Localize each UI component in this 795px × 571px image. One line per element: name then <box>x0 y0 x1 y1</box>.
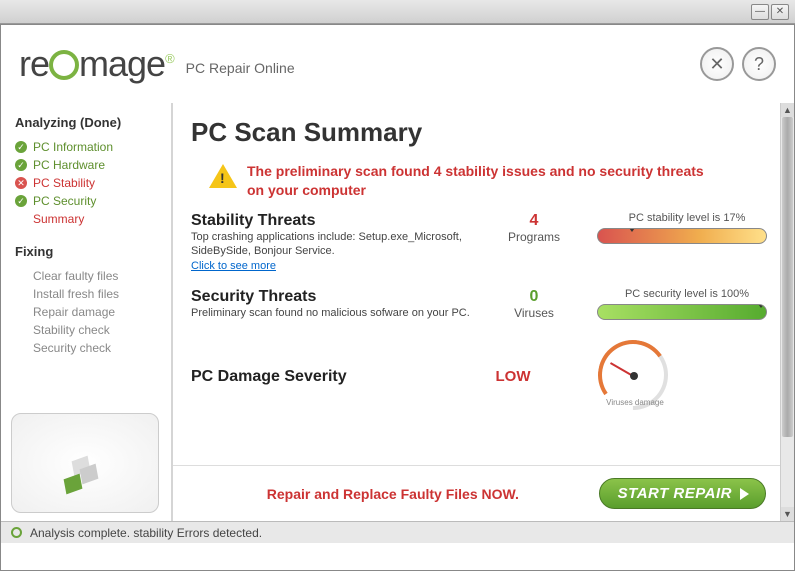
close-button[interactable]: ✕ <box>771 4 789 20</box>
fix-clear-faulty[interactable]: Clear faulty files <box>15 267 171 285</box>
security-gauge: PC security level is 100% <box>597 288 777 320</box>
step-summary[interactable]: Summary <box>15 210 171 228</box>
start-repair-label: START REPAIR <box>618 485 732 502</box>
step-pc-security[interactable]: ✓PC Security <box>15 192 171 210</box>
brand-o-icon <box>49 50 79 80</box>
status-ok-icon <box>11 527 22 538</box>
fix-stability-check[interactable]: Stability check <box>15 321 171 339</box>
fixing-list: Clear faulty files Install fresh files R… <box>15 267 171 357</box>
help-icon: ? <box>754 54 764 75</box>
stability-more-link[interactable]: Click to see more <box>191 260 276 272</box>
damage-value: LOW <box>471 368 555 385</box>
step-pc-stability[interactable]: ✕PC Stability <box>15 174 171 192</box>
scrollbar-thumb[interactable] <box>782 117 793 437</box>
play-icon <box>740 488 749 500</box>
stability-gauge-bar <box>597 228 767 244</box>
gauge-pointer-icon <box>627 228 637 232</box>
brand-logo: remage® <box>19 43 174 85</box>
fix-repair-damage[interactable]: Repair damage <box>15 303 171 321</box>
damage-label: PC Damage Severity <box>191 368 471 386</box>
brand-suffix: mage <box>79 43 165 84</box>
check-icon: ✓ <box>15 159 27 171</box>
sidebar: Analyzing (Done) ✓PC Information ✓PC Har… <box>1 103 173 521</box>
security-gauge-label: PC security level is 100% <box>597 288 777 300</box>
stability-gauge: PC stability level is 17% <box>597 212 777 244</box>
step-pc-hardware[interactable]: ✓PC Hardware <box>15 156 171 174</box>
stability-count-label: Programs <box>489 230 579 244</box>
fixing-heading: Fixing <box>15 244 171 259</box>
stability-count: 4 Programs <box>489 212 579 244</box>
security-count: 0 Viruses <box>489 288 579 320</box>
main-footer: Repair and Replace Faulty Files NOW. STA… <box>173 465 780 521</box>
start-repair-button[interactable]: START REPAIR <box>599 478 766 509</box>
security-desc: Preliminary scan found no malicious sofw… <box>191 306 471 320</box>
stability-block: Stability Threats Top crashing applicati… <box>191 212 471 273</box>
stability-title: Stability Threats <box>191 212 471 230</box>
analyzing-list: ✓PC Information ✓PC Hardware ✕PC Stabili… <box>15 138 171 228</box>
sidebar-illustration-box <box>11 413 159 513</box>
step-pc-information[interactable]: ✓PC Information <box>15 138 171 156</box>
scroll-up-icon[interactable]: ▲ <box>781 103 794 117</box>
fix-security-check[interactable]: Security check <box>15 339 171 357</box>
stability-gauge-label: PC stability level is 17% <box>597 212 777 224</box>
dial-label: Viruses damage <box>595 399 675 407</box>
error-icon: ✕ <box>15 177 27 189</box>
status-bar: Analysis complete. stability Errors dete… <box>1 521 794 543</box>
header: remage® PC Repair Online ✕ ? <box>1 25 794 103</box>
security-count-number: 0 <box>489 288 579 306</box>
security-block: Security Threats Preliminary scan found … <box>191 288 471 320</box>
security-title: Security Threats <box>191 288 471 306</box>
gauge-pointer-icon <box>756 304 766 308</box>
stability-count-number: 4 <box>489 212 579 230</box>
check-icon: ✓ <box>15 195 27 207</box>
tagline: PC Repair Online <box>186 60 295 76</box>
stability-desc: Top crashing applications include: Setup… <box>191 230 471 259</box>
tools-icon: ✕ <box>709 54 724 75</box>
main-content: PC Scan Summary The preliminary scan fou… <box>173 103 794 521</box>
damage-dial: Viruses damage <box>595 337 675 417</box>
security-gauge-bar <box>597 304 767 320</box>
warning-icon <box>209 164 237 188</box>
brand-prefix: re <box>19 43 49 84</box>
help-button[interactable]: ? <box>742 47 776 81</box>
tools-button[interactable]: ✕ <box>700 47 734 81</box>
vertical-scrollbar[interactable]: ▲ ▼ <box>780 103 794 521</box>
app-window: remage® PC Repair Online ✕ ? Analyzing (… <box>0 24 795 571</box>
scroll-down-icon[interactable]: ▼ <box>781 507 794 521</box>
alert-row: The preliminary scan found 4 stability i… <box>209 162 776 200</box>
page-title: PC Scan Summary <box>191 117 776 148</box>
alert-message: The preliminary scan found 4 stability i… <box>247 162 717 200</box>
registered-mark: ® <box>165 51 174 66</box>
window-titlebar: — ✕ <box>0 0 795 24</box>
footer-message: Repair and Replace Faulty Files NOW. <box>187 486 599 502</box>
damage-row: PC Damage Severity LOW Viruses damage <box>191 337 776 417</box>
cube-icon <box>65 458 105 498</box>
security-count-label: Viruses <box>489 306 579 320</box>
check-icon: ✓ <box>15 141 27 153</box>
minimize-button[interactable]: — <box>751 4 769 20</box>
status-text: Analysis complete. stability Errors dete… <box>30 526 262 540</box>
fix-install-fresh[interactable]: Install fresh files <box>15 285 171 303</box>
analyzing-heading: Analyzing (Done) <box>15 115 171 130</box>
